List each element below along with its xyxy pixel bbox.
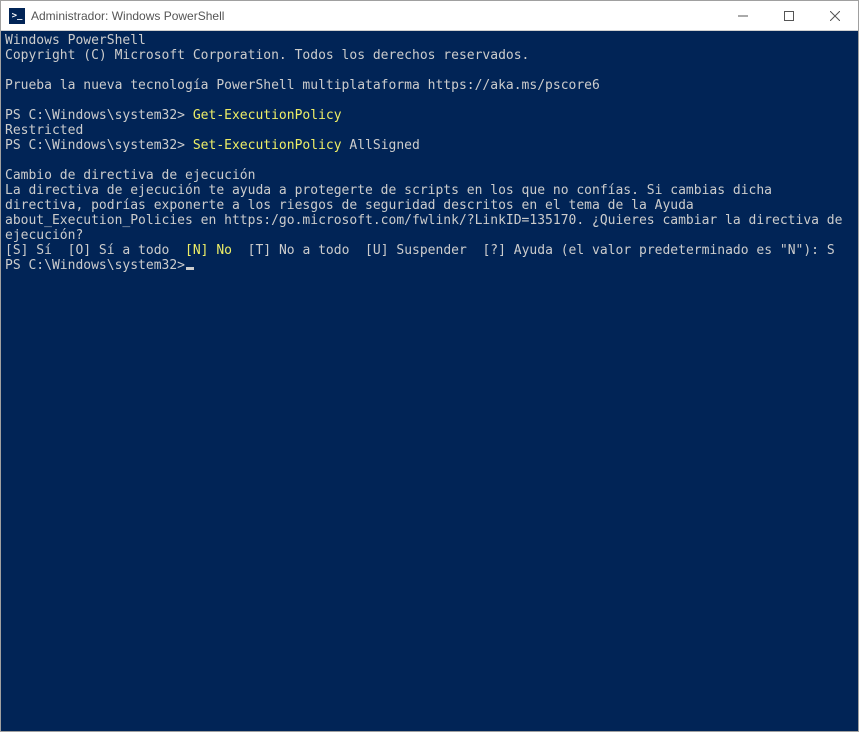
policy-body: La directiva de ejecución te ayuda a pro… [5, 183, 850, 243]
blank-line [5, 93, 854, 108]
copyright-line: Copyright (C) Microsoft Corporation. Tod… [5, 48, 529, 63]
powershell-icon: >_ [9, 8, 25, 24]
minimize-icon [738, 11, 748, 21]
command-text: Set-ExecutionPolicy [193, 138, 342, 153]
terminal-output[interactable]: Windows PowerShell Copyright (C) Microso… [1, 31, 858, 731]
window-controls [720, 1, 858, 30]
command-arg: AllSigned [342, 138, 420, 153]
choice-u: [U] Suspender [349, 243, 466, 258]
banner-line: Windows PowerShell [5, 33, 146, 48]
choice-t: [T] No a todo [232, 243, 349, 258]
policy-header: Cambio de directiva de ejecución [5, 168, 255, 183]
cursor [186, 267, 194, 270]
choice-help: [?] Ayuda (el valor predeterminado es "N… [467, 243, 835, 258]
window-title: Administrador: Windows PowerShell [31, 9, 720, 23]
choice-n-default: [N] No [169, 243, 232, 258]
output-line: Restricted [5, 123, 83, 138]
minimize-button[interactable] [720, 1, 766, 30]
prompt-prefix: PS C:\Windows\system32> [5, 138, 193, 153]
maximize-button[interactable] [766, 1, 812, 30]
powershell-window: >_ Administrador: Windows PowerShell Win… [0, 0, 859, 732]
blank-line [5, 63, 854, 78]
choice-s: [S] Sí [5, 243, 52, 258]
blank-line [5, 153, 854, 168]
try-line: Prueba la nueva tecnología PowerShell mu… [5, 78, 600, 93]
choice-o: [O] Sí a todo [52, 243, 169, 258]
maximize-icon [784, 11, 794, 21]
close-button[interactable] [812, 1, 858, 30]
prompt-line: PS C:\Windows\system32> [5, 258, 185, 273]
prompt-prefix: PS C:\Windows\system32> [5, 108, 193, 123]
command-text: Get-ExecutionPolicy [193, 108, 342, 123]
close-icon [830, 11, 840, 21]
titlebar[interactable]: >_ Administrador: Windows PowerShell [1, 1, 858, 31]
